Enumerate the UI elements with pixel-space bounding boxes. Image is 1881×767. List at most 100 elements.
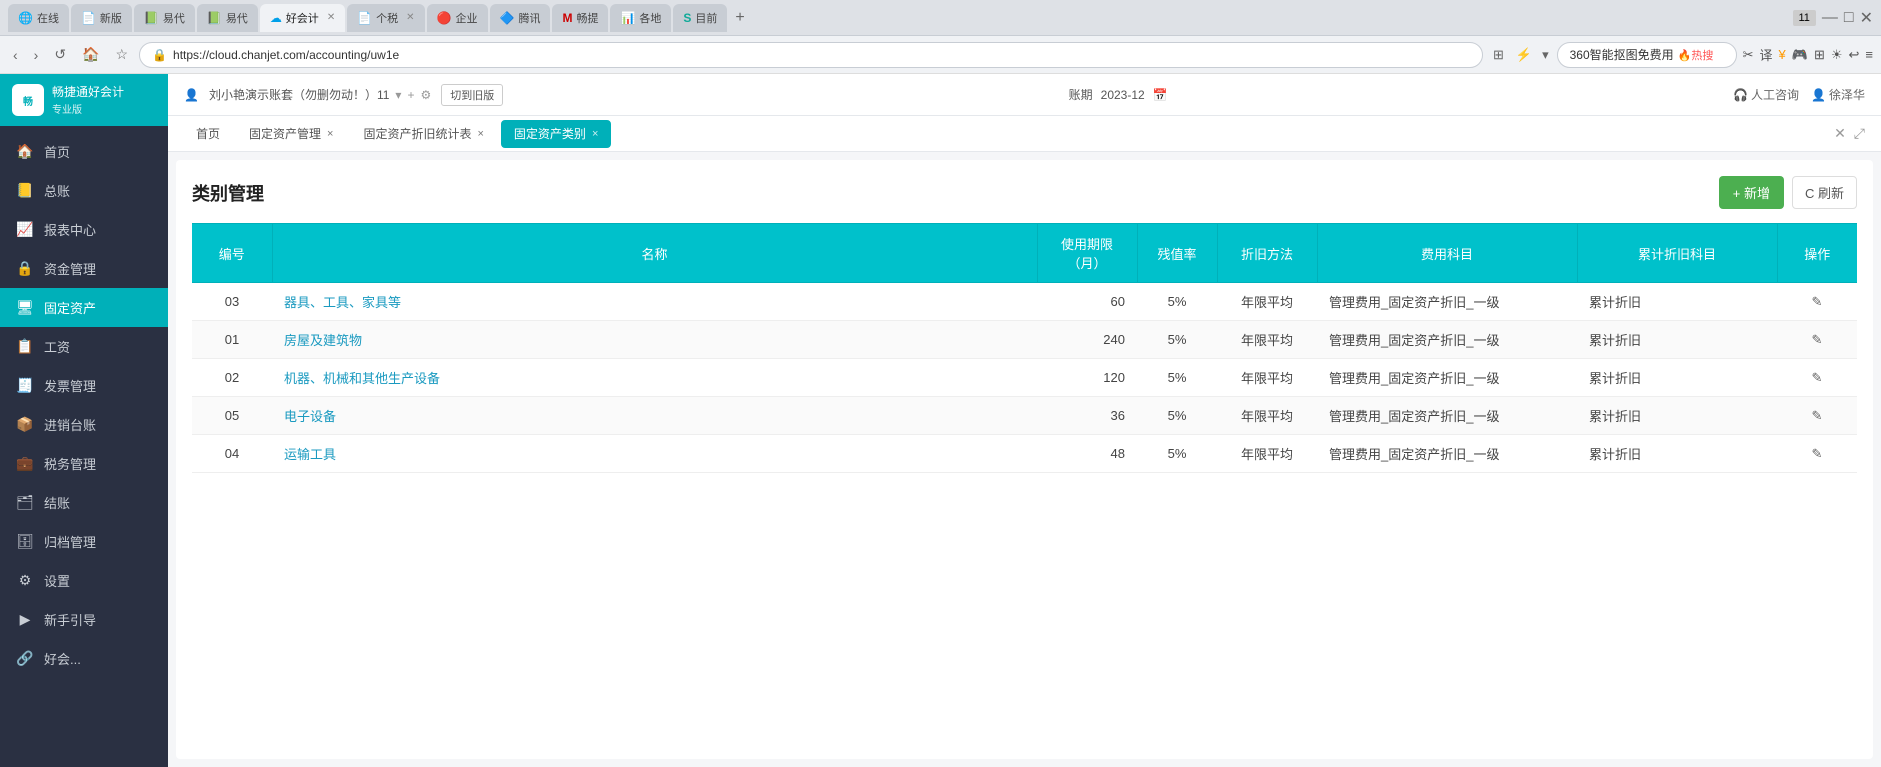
grid-icon[interactable]: ⊞ [1814,47,1825,63]
tab-close-icon[interactable]: × [477,128,483,140]
boost-icon[interactable]: ⚡ [1514,47,1534,63]
guide-icon: ▶ [16,611,34,629]
sidebar-item-fixed-assets[interactable]: 🖥 固定资产 [0,288,168,327]
cut-icon[interactable]: ✂ [1743,47,1754,63]
address-bar[interactable]: 🔒 https://cloud.chanjet.com/accounting/u… [139,42,1483,68]
edit-button[interactable]: ✎ [1812,370,1823,385]
wallet-icon[interactable]: ¥ [1779,47,1786,62]
close-icon[interactable]: ✕ [1860,8,1873,28]
edit-button[interactable]: ✎ [1812,408,1823,423]
minimize-icon[interactable]: — [1822,9,1838,27]
help-button[interactable]: 🎧 人工咨询 [1733,86,1799,103]
browser-tab-changti[interactable]: M 畅提 [552,4,608,32]
edit-button[interactable]: ✎ [1812,332,1823,347]
sidebar-item-settlement[interactable]: 🗂 结账 [0,483,168,522]
name-link[interactable]: 运输工具 [284,447,336,462]
tab-label: 目前 [695,10,717,26]
sidebar-item-label: 好会... [44,649,81,668]
browser-tab-new[interactable]: 📄 新版 [71,4,132,32]
cell-id: 04 [192,435,272,473]
close-panel-icon[interactable]: ✕ [1834,125,1846,142]
back-button[interactable]: ‹ [8,45,23,65]
sidebar-item-more[interactable]: 🔗 好会... [0,639,168,678]
name-link[interactable]: 器具、工具、家具等 [284,295,401,310]
cell-method: 年限平均 [1217,321,1317,359]
sidebar-item-label: 设置 [44,571,70,590]
sidebar-item-payroll[interactable]: 📋 工资 [0,327,168,366]
home-button[interactable]: 🏠 [77,44,104,65]
maximize-icon[interactable]: □ [1844,9,1854,27]
edit-button[interactable]: ✎ [1812,446,1823,461]
search-bar[interactable]: 360智能抠图免费用 🔥热搜 [1557,42,1737,68]
switch-version-button[interactable]: 切到旧版 [441,84,503,106]
cell-action: ✎ [1777,397,1857,435]
reload-button[interactable]: ↺ [49,44,71,65]
sidebar-item-archive[interactable]: 🗄 归档管理 [0,522,168,561]
browser-tab-tencent[interactable]: 🔷 腾讯 [490,4,551,32]
tab-depreciation-table[interactable]: 固定资产折旧统计表 × [350,120,496,148]
game-icon[interactable]: 🎮 [1792,47,1808,63]
col-header-id: 编号 [192,224,272,283]
translate-icon[interactable]: 译 [1760,45,1773,64]
sidebar-item-inventory[interactable]: 📦 进销台账 [0,405,168,444]
close-icon[interactable]: ✕ [406,12,414,23]
sidebar-item-invoice[interactable]: 🧾 发票管理 [0,366,168,405]
home-icon: 🏠 [16,143,34,161]
dropdown-icon[interactable]: ▾ [395,88,401,102]
dropdown-icon[interactable]: ▾ [1540,47,1551,63]
tab-close-icon[interactable]: × [592,128,598,140]
plus-icon[interactable]: + [407,88,414,102]
browser-tab-yidai2[interactable]: 📗 易代 [197,4,258,32]
browser-tab-enterprise[interactable]: 🔴 企业 [427,4,488,32]
close-icon[interactable]: ✕ [327,12,335,23]
invoice-icon: 🧾 [16,377,34,395]
cell-rate: 5% [1137,397,1217,435]
settings-small-icon[interactable]: ⚙ [420,88,431,102]
funds-icon: 🔒 [16,260,34,278]
edit-button[interactable]: ✎ [1812,294,1823,309]
sidebar-item-label: 总账 [44,181,70,200]
cell-id: 02 [192,359,272,397]
browser-tab-gedi[interactable]: 📊 各地 [610,4,671,32]
sidebar-item-ledger[interactable]: 📒 总账 [0,171,168,210]
forward-button[interactable]: › [29,45,44,65]
browser-tab-accounting[interactable]: ☁ 好会计 ✕ [260,4,345,32]
sidebar-item-tax[interactable]: 💼 税务管理 [0,444,168,483]
expand-icon[interactable]: ⤢ [1854,125,1865,142]
name-link[interactable]: 房屋及建筑物 [284,333,362,348]
cell-rate: 5% [1137,283,1217,321]
menu-icon[interactable]: ≡ [1865,47,1873,62]
browser-tab-tax[interactable]: 📄 个税 ✕ [347,4,424,32]
cell-id: 01 [192,321,272,359]
add-button[interactable]: + 新增 [1719,176,1784,209]
name-link[interactable]: 电子设备 [284,409,336,424]
settlement-icon: 🗂 [16,494,34,512]
name-link[interactable]: 机器、机械和其他生产设备 [284,371,440,386]
browser-tabs: 🌐 在线 📄 新版 📗 易代 📗 易代 ☁ 好会计 ✕ 📄 个税 ✕ 🔴 企业 [8,4,1781,32]
new-tab-button[interactable]: + [729,9,750,27]
tab-home[interactable]: 首页 [184,120,232,148]
browser-tab-yidai1[interactable]: 📗 易代 [134,4,195,32]
user-profile-button[interactable]: 👤 徐泽华 [1811,86,1865,103]
browser-tab-current[interactable]: S 目前 [673,4,727,32]
tab-asset-category[interactable]: 固定资产类别 × [501,120,611,148]
sidebar-item-funds[interactable]: 🔒 资金管理 [0,249,168,288]
undo-icon[interactable]: ↩ [1849,47,1860,63]
cell-action: ✎ [1777,435,1857,473]
bookmark-button[interactable]: ☆ [111,44,134,65]
refresh-button[interactable]: C 刷新 [1792,176,1857,209]
calendar-icon[interactable]: 📅 [1153,88,1168,102]
url-text: https://cloud.chanjet.com/accounting/uw1… [173,48,399,62]
tab-close-icon[interactable]: × [327,128,333,140]
sidebar-item-home[interactable]: 🏠 首页 [0,132,168,171]
tab-label: 固定资产折旧统计表 [363,125,471,142]
tab-count-badge[interactable]: 11 [1793,10,1816,26]
extensions-icon[interactable]: ⊞ [1489,47,1508,63]
tab-label: 固定资产管理 [249,125,321,142]
browser-tab-online[interactable]: 🌐 在线 [8,4,69,32]
tab-fixed-asset-mgmt[interactable]: 固定资产管理 × [236,120,346,148]
sidebar-item-settings[interactable]: ⚙ 设置 [0,561,168,600]
brightness-icon[interactable]: ☀ [1831,47,1843,63]
sidebar-item-reports[interactable]: 📈 报表中心 [0,210,168,249]
sidebar-item-guide[interactable]: ▶ 新手引导 [0,600,168,639]
